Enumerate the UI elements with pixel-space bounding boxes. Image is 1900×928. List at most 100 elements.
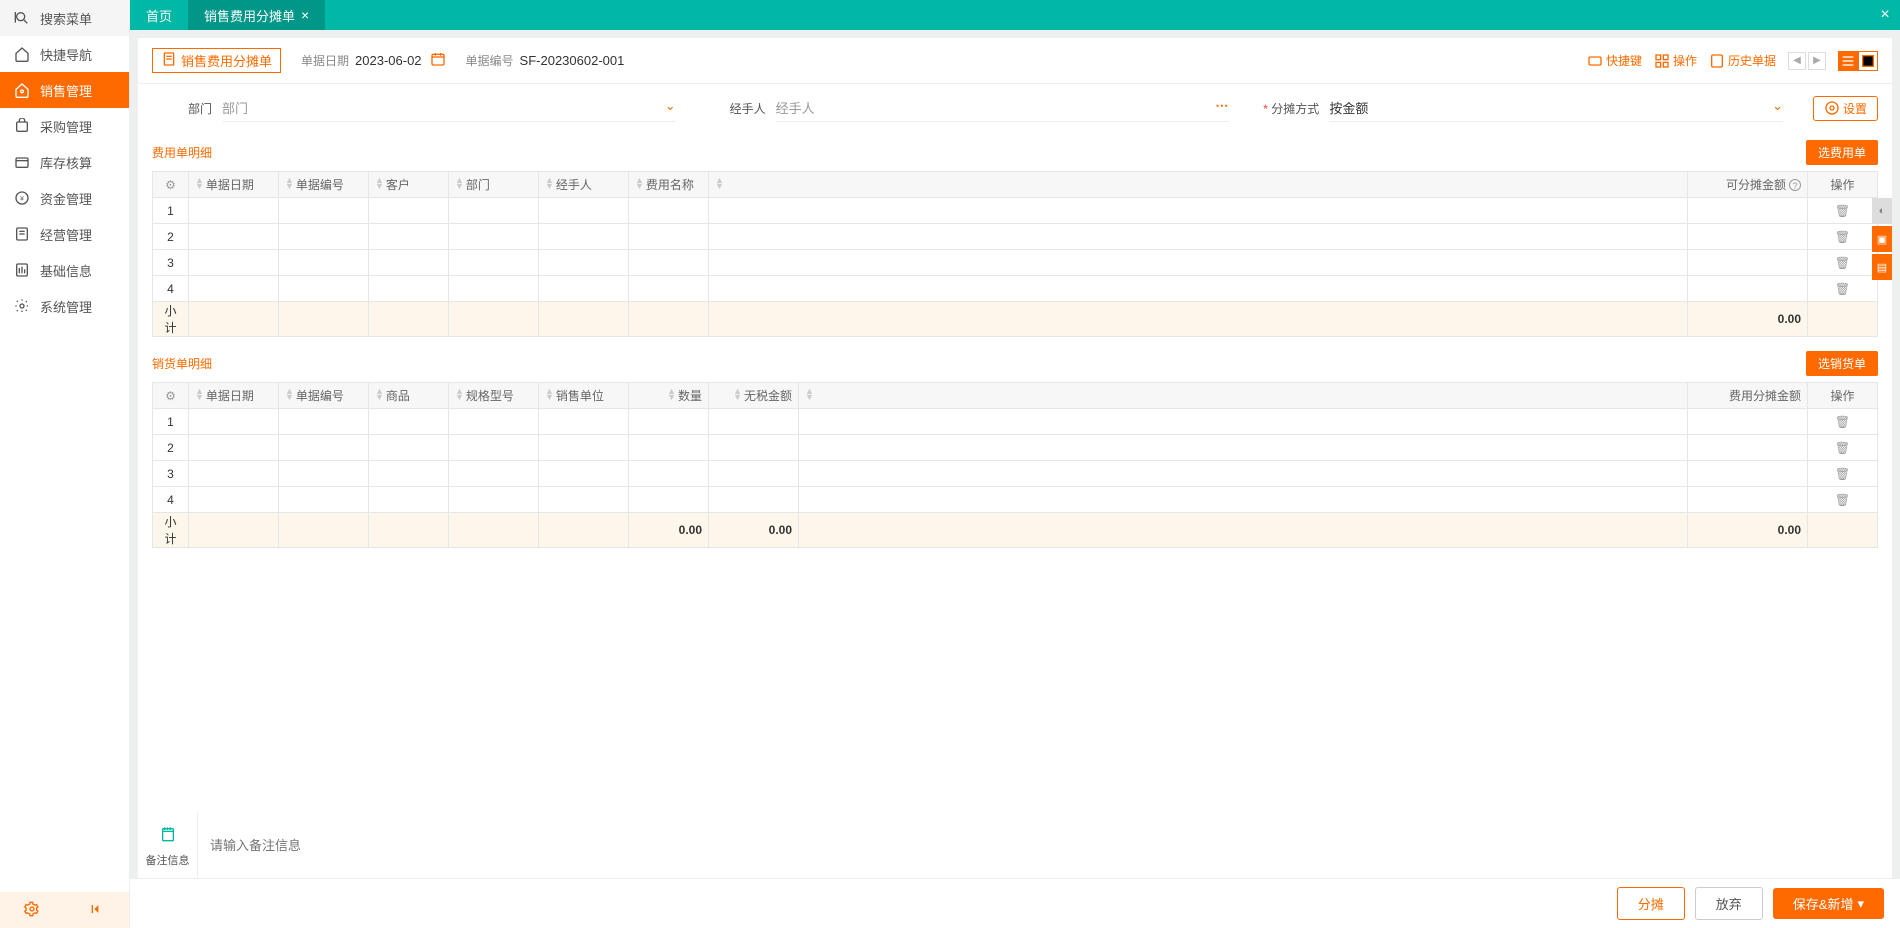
sidebar-footer <box>0 892 129 928</box>
nav-prev[interactable]: ◀ <box>1788 52 1806 70</box>
footer: 分摊 放弃 保存&新增 ▾ <box>130 878 1900 928</box>
chevron-down-icon: ⌄ <box>1772 98 1783 117</box>
ellipsis-icon: ⋯ <box>1215 98 1229 117</box>
delete-icon[interactable]: 🗑 <box>1835 230 1850 244</box>
sidebar-item-label: 基础信息 <box>40 261 92 280</box>
dept-select[interactable]: 部门⌄ <box>222 94 676 122</box>
gear-col[interactable]: ⚙ <box>153 383 189 409</box>
number-label: 单据编号 <box>466 52 514 69</box>
subtotal-row: 小计0.00 <box>153 302 1878 337</box>
main: 首页 销售费用分摊单 × × 销售费用分摊单 单据日期 2023-06-02 单… <box>130 0 1900 928</box>
operate-link[interactable]: 操作 <box>1654 52 1697 69</box>
shortcut-link[interactable]: 快捷键 <box>1587 52 1642 69</box>
subtotal-row: 小计0.000.000.00 <box>153 513 1878 548</box>
sidebar-item-sales[interactable]: 销售管理 <box>0 72 129 108</box>
inventory-icon <box>12 152 32 172</box>
calendar-icon[interactable] <box>430 51 446 70</box>
select-expense-button[interactable]: 选费用单 <box>1806 140 1878 165</box>
table-row: 1🗑 <box>153 409 1878 435</box>
table-row: 2🗑 <box>153 435 1878 461</box>
expense-table: ⚙ ▲▼单据日期 ▲▼单据编号 ▲▼客户 ▲▼部门 ▲▼经手人 ▲▼费用名称 ▲… <box>152 171 1878 337</box>
remarks-section: 备注信息 <box>138 812 1892 878</box>
document-icon <box>161 51 177 70</box>
sales-section: 销货单明细 选销货单 ⚙ ▲▼单据日期 ▲▼单据编号 ▲▼商品 ▲▼规格型号 ▲… <box>138 351 1892 562</box>
svg-text:¥: ¥ <box>20 196 24 203</box>
content: 销售费用分摊单 单据日期 2023-06-02 单据编号 SF-20230602… <box>138 38 1892 812</box>
view-detail[interactable] <box>1858 51 1878 71</box>
delete-icon[interactable]: 🗑 <box>1835 415 1850 429</box>
expense-section: 费用单明细 选费用单 ⚙ ▲▼单据日期 ▲▼单据编号 ▲▼客户 ▲▼部门 ▲▼经… <box>138 140 1892 351</box>
delete-icon[interactable]: 🗑 <box>1835 282 1850 296</box>
date-label: 单据日期 <box>301 52 349 69</box>
sidebar-item-label: 系统管理 <box>40 297 92 316</box>
delete-icon[interactable]: 🗑 <box>1835 204 1850 218</box>
remarks-label: 备注信息 <box>146 852 190 868</box>
sales-table: ⚙ ▲▼单据日期 ▲▼单据编号 ▲▼商品 ▲▼规格型号 ▲▼销售单位 ▲▼数量 … <box>152 382 1878 548</box>
sidebar: 搜索菜单 快捷导航 销售管理 采购管理 库存核算 ¥ 资金管理 <box>0 0 130 928</box>
history-link[interactable]: 历史单据 <box>1709 52 1776 69</box>
tabs-close-all[interactable]: × <box>1870 0 1900 30</box>
sidebar-item-business[interactable]: 经营管理 <box>0 216 129 252</box>
sales-icon <box>12 80 32 100</box>
discard-button[interactable]: 放弃 <box>1695 887 1763 920</box>
settings-button[interactable]: 设置 <box>1813 96 1878 121</box>
side-tab-3[interactable]: ▤ <box>1872 254 1892 280</box>
sidebar-item-inventory[interactable]: 库存核算 <box>0 144 129 180</box>
search-icon <box>12 8 32 28</box>
side-tab-2[interactable]: ▣ <box>1872 226 1892 252</box>
expense-title: 费用单明细 <box>152 144 212 161</box>
tab-current[interactable]: 销售费用分摊单 × <box>188 0 325 30</box>
table-row: 2🗑 <box>153 224 1878 250</box>
side-tab-1[interactable]: ◐ <box>1872 198 1892 224</box>
report-icon <box>12 224 32 244</box>
handler-select[interactable]: 经手人⋯ <box>776 94 1230 122</box>
handler-label: 经手人 <box>706 100 766 117</box>
money-icon: ¥ <box>12 188 32 208</box>
date-value[interactable]: 2023-06-02 <box>355 53 422 68</box>
sales-title: 销货单明细 <box>152 355 212 372</box>
nav-next[interactable]: ▶ <box>1808 52 1826 70</box>
sidebar-item-basic[interactable]: 基础信息 <box>0 252 129 288</box>
cart-icon <box>12 116 32 136</box>
delete-icon[interactable]: 🗑 <box>1835 493 1850 507</box>
method-label: 分摊方式 <box>1259 100 1319 117</box>
chevron-down-icon: ▾ <box>1857 896 1864 912</box>
form-row: 部门 部门⌄ 经手人 经手人⋯ 分摊方式 按金额⌄ 设置 <box>138 84 1892 140</box>
sidebar-item-label: 资金管理 <box>40 189 92 208</box>
tab-home[interactable]: 首页 <box>130 0 188 30</box>
delete-icon[interactable]: 🗑 <box>1835 441 1850 455</box>
sidebar-item-label: 快捷导航 <box>40 45 92 64</box>
info-icon <box>12 260 32 280</box>
gear-icon[interactable] <box>24 901 40 920</box>
help-icon[interactable]: ? <box>1789 179 1801 191</box>
sidebar-item-label: 采购管理 <box>40 117 92 136</box>
sidebar-item-purchase[interactable]: 采购管理 <box>0 108 129 144</box>
remarks-input[interactable] <box>198 812 1892 878</box>
sidebar-item-label: 销售管理 <box>40 81 92 100</box>
table-row: 3🗑 <box>153 250 1878 276</box>
allocate-button[interactable]: 分摊 <box>1617 887 1685 920</box>
save-new-button[interactable]: 保存&新增 ▾ <box>1773 888 1884 919</box>
sidebar-search[interactable]: 搜索菜单 <box>0 0 129 36</box>
method-select[interactable]: 按金额⌄ <box>1329 94 1783 122</box>
table-row: 4🗑 <box>153 276 1878 302</box>
view-list[interactable] <box>1838 51 1858 71</box>
select-sales-button[interactable]: 选销货单 <box>1806 351 1878 376</box>
dept-label: 部门 <box>152 100 212 117</box>
number-value: SF-20230602-001 <box>520 53 625 68</box>
sidebar-item-system[interactable]: 系统管理 <box>0 288 129 324</box>
page-header: 销售费用分摊单 单据日期 2023-06-02 单据编号 SF-20230602… <box>138 38 1892 84</box>
delete-icon[interactable]: 🗑 <box>1835 467 1850 481</box>
note-icon <box>160 822 176 848</box>
table-row: 3🗑 <box>153 461 1878 487</box>
delete-icon[interactable]: 🗑 <box>1835 256 1850 270</box>
sidebar-item-quicknav[interactable]: 快捷导航 <box>0 36 129 72</box>
side-tabs: ◐ ▣ ▤ <box>1872 198 1892 282</box>
gear-col[interactable]: ⚙ <box>153 172 189 198</box>
page-title: 销售费用分摊单 <box>152 48 281 73</box>
tabs-bar: 首页 销售费用分摊单 × × <box>130 0 1900 30</box>
sidebar-item-funds[interactable]: ¥ 资金管理 <box>0 180 129 216</box>
collapse-icon[interactable] <box>89 901 105 920</box>
tab-close-icon[interactable]: × <box>301 7 309 23</box>
sidebar-item-label: 经营管理 <box>40 225 92 244</box>
